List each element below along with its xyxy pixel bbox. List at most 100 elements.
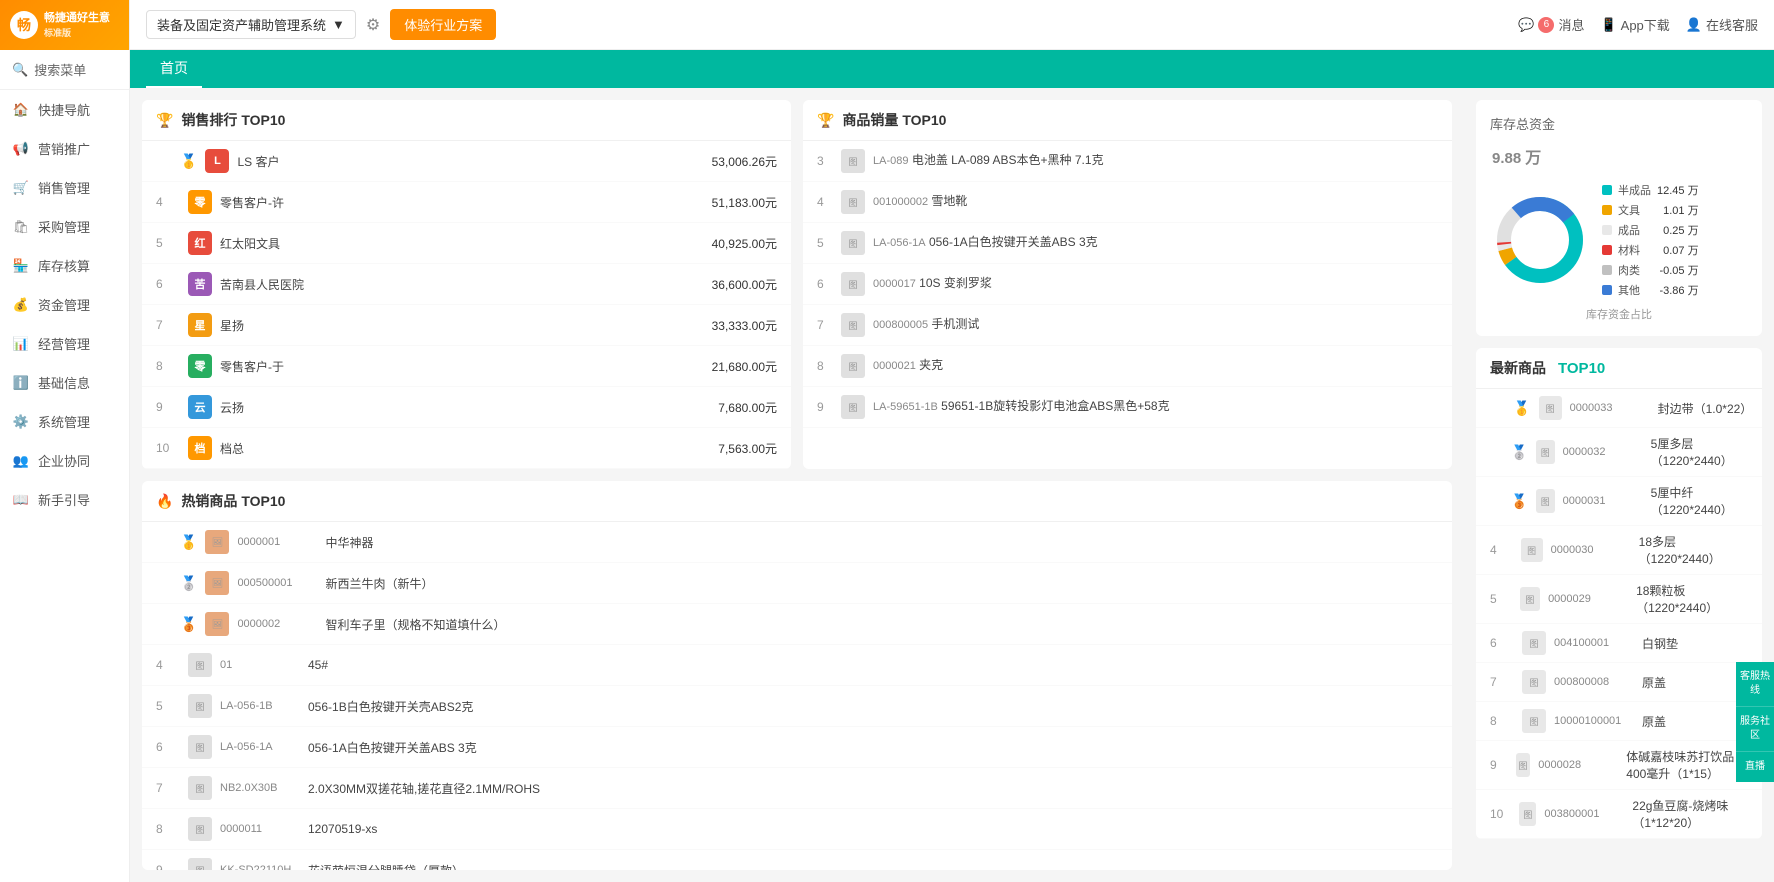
hot-products-list: 🥇 🖼 0000001 中华神器 🥈 🖼 000500001 新西兰牛肉（新牛）… [142, 522, 1452, 870]
product-name: 12070519-xs [308, 822, 377, 836]
rank-number: 8 [156, 359, 172, 373]
hot-product-item: 🥇 🖼 0000001 中华神器 [142, 522, 1452, 563]
money-icon: 💰 [12, 296, 30, 314]
customer-avatar: 零 [188, 354, 212, 378]
product-name: 体碱嘉枝味苏打饮品400毫升（1*15） [1626, 748, 1748, 782]
guide-icon: 📖 [12, 491, 30, 509]
product-code: 003800001 [1544, 808, 1624, 820]
sidebar-item-inventory[interactable]: 🏪 库存核算 [0, 246, 129, 285]
newest-highlight: TOP10 [1558, 360, 1605, 377]
warehouse-icon: 🏪 [12, 257, 30, 275]
legend-label: 材料 [1618, 242, 1657, 258]
float-buttons: 客服热线服务社区直播 [1736, 662, 1774, 782]
product-thumbnail: 图 [841, 354, 865, 378]
sidebar-item-label: 系统管理 [38, 412, 90, 431]
sidebar-item-guide[interactable]: 📖 新手引导 [0, 480, 129, 519]
products-rank-list: 3 图 LA-089 电池盖 LA-089 ABS本色+黑种 7.1克 4 图 … [803, 141, 1452, 428]
cart-icon: 🛒 [12, 179, 30, 197]
product-thumbnail: 图 [1522, 709, 1546, 733]
float-button[interactable]: 客服热线 [1736, 662, 1774, 707]
products-panel-title: 商品销量 TOP10 [842, 110, 946, 130]
customer-amount: 36,600.00元 [712, 276, 777, 293]
customer-name: 零售客户-许 [220, 194, 704, 211]
customer-name: 档总 [220, 440, 710, 457]
sidebar-item-basics[interactable]: ℹ️ 基础信息 [0, 363, 129, 402]
sidebar-item-home[interactable]: 🏠 快捷导航 [0, 90, 129, 129]
product-thumbnail: 图 [841, 149, 865, 173]
message-button[interactable]: 💬 6 消息 [1518, 15, 1584, 34]
newest-product-item: 🥈 图 0000032 5厘多层（1220*2440） [1476, 428, 1762, 477]
sidebar-item-finance[interactable]: 💰 资金管理 [0, 285, 129, 324]
product-code: 0000028 [1538, 759, 1618, 771]
sidebar-item-purchase[interactable]: 🛍 采购管理 [0, 207, 129, 246]
product-thumbnail: 图 [188, 735, 212, 759]
product-code: 0000021 [873, 360, 916, 372]
customer-name: 苦南县人民医院 [220, 276, 704, 293]
product-code: LA-056-1A [873, 237, 926, 249]
hot-product-item: 4 图 01 45# [142, 645, 1452, 686]
sidebar-item-collab[interactable]: 👥 企业协同 [0, 441, 129, 480]
customer-name: 星扬 [220, 317, 704, 334]
sidebar-item-label: 销售管理 [38, 178, 90, 197]
online-service-label: 在线客服 [1706, 15, 1758, 34]
rank-number: 4 [156, 658, 172, 672]
product-code: 0000031 [1563, 495, 1643, 507]
rank-number: 3 [817, 154, 833, 168]
float-button[interactable]: 直播 [1736, 752, 1774, 782]
bag-icon: 🛍 [12, 218, 30, 236]
legend-dot [1602, 285, 1612, 295]
float-button[interactable]: 服务社区 [1736, 707, 1774, 752]
sidebar-item-system[interactable]: ⚙️ 系统管理 [0, 402, 129, 441]
rank-number: 5 [1490, 592, 1504, 606]
product-code: KK-SD22110H [220, 864, 300, 870]
product-name: 10S 变刹罗浆 [919, 276, 992, 290]
customer-amount: 33,333.00元 [712, 317, 777, 334]
system-selector[interactable]: 装备及固定资产辅助管理系统 ▼ [146, 10, 356, 39]
product-sales-rank-item: 9 图 LA-59651-1B 59651-1B旋转投影灯电池盒ABS黑色+58… [803, 387, 1452, 428]
customer-amount: 21,680.00元 [712, 358, 777, 375]
rank-number: 10 [156, 441, 172, 455]
rank-medal: 🥇 [180, 534, 197, 551]
product-sales-rank-item: 5 图 LA-056-1A 056-1A白色按键开关盖ABS 3克 [803, 223, 1452, 264]
hot-product-item: 6 图 LA-056-1A 056-1A白色按键开关盖ABS 3克 [142, 727, 1452, 768]
customer-name: 红太阳文具 [220, 235, 704, 252]
online-service-button[interactable]: 👤 在线客服 [1686, 15, 1758, 34]
sidebar-item-operations[interactable]: 📊 经营管理 [0, 324, 129, 363]
rank-medal: 🥉 [180, 616, 197, 633]
product-name: 花语萌恒温分腿睡袋（厚款） [308, 862, 464, 871]
product-code: 01 [220, 659, 300, 671]
search-label: 搜索菜单 [34, 60, 86, 79]
search-menu[interactable]: 🔍 搜索菜单 [0, 50, 129, 90]
legend-dot [1602, 205, 1612, 215]
customer-rank-item: 4 零 零售客户-许 51,183.00元 [142, 182, 791, 223]
sidebar-item-label: 基础信息 [38, 373, 90, 392]
hot-panel-title: 热销商品 TOP10 [181, 491, 285, 511]
products-trophy-icon: 🏆 [817, 112, 834, 129]
customer-name: 云扬 [220, 399, 710, 416]
legend-item: 半成品 12.45 万 [1602, 182, 1699, 198]
newest-product-item: 9 图 0000028 体碱嘉枝味苏打饮品400毫升（1*15） [1476, 741, 1762, 790]
rank-number: 7 [156, 318, 172, 332]
app-download-button[interactable]: 📱 App下载 [1600, 15, 1669, 34]
rank-number: 8 [817, 359, 833, 373]
legend-dot [1602, 185, 1612, 195]
home-tab[interactable]: 首页 [146, 50, 202, 88]
product-info: 0000017 10S 变刹罗浆 [873, 275, 1438, 292]
settings-icon[interactable]: ⚙ [366, 15, 380, 35]
sidebar: 畅 畅捷通好生意 标准版 🔍 搜索菜单 🏠 快捷导航 📢 营销推广 🛒 销售管理… [0, 0, 130, 882]
topbar-right: 💬 6 消息 📱 App下载 👤 在线客服 [1518, 15, 1758, 34]
product-thumbnail: 图 [188, 858, 212, 870]
system-name: 装备及固定资产辅助管理系统 [157, 15, 326, 34]
product-thumbnail: 图 [1536, 489, 1555, 513]
sidebar-item-marketing[interactable]: 📢 营销推广 [0, 129, 129, 168]
sidebar-item-sales[interactable]: 🛒 销售管理 [0, 168, 129, 207]
trial-button[interactable]: 体验行业方案 [390, 9, 496, 40]
message-badge: 6 [1538, 17, 1554, 33]
customer-avatar: 红 [188, 231, 212, 255]
sidebar-item-label: 资金管理 [38, 295, 90, 314]
product-code: 0000002 [237, 618, 317, 630]
product-name: 056-1A白色按键开关盖ABS 3克 [929, 235, 1098, 249]
product-thumbnail: 图 [1519, 802, 1536, 826]
customer-amount: 7,680.00元 [718, 399, 777, 416]
content-area: 🏆 销售排行 TOP10 🥇 L LS 客户 53,006.26元 4 零 零售… [130, 88, 1774, 882]
